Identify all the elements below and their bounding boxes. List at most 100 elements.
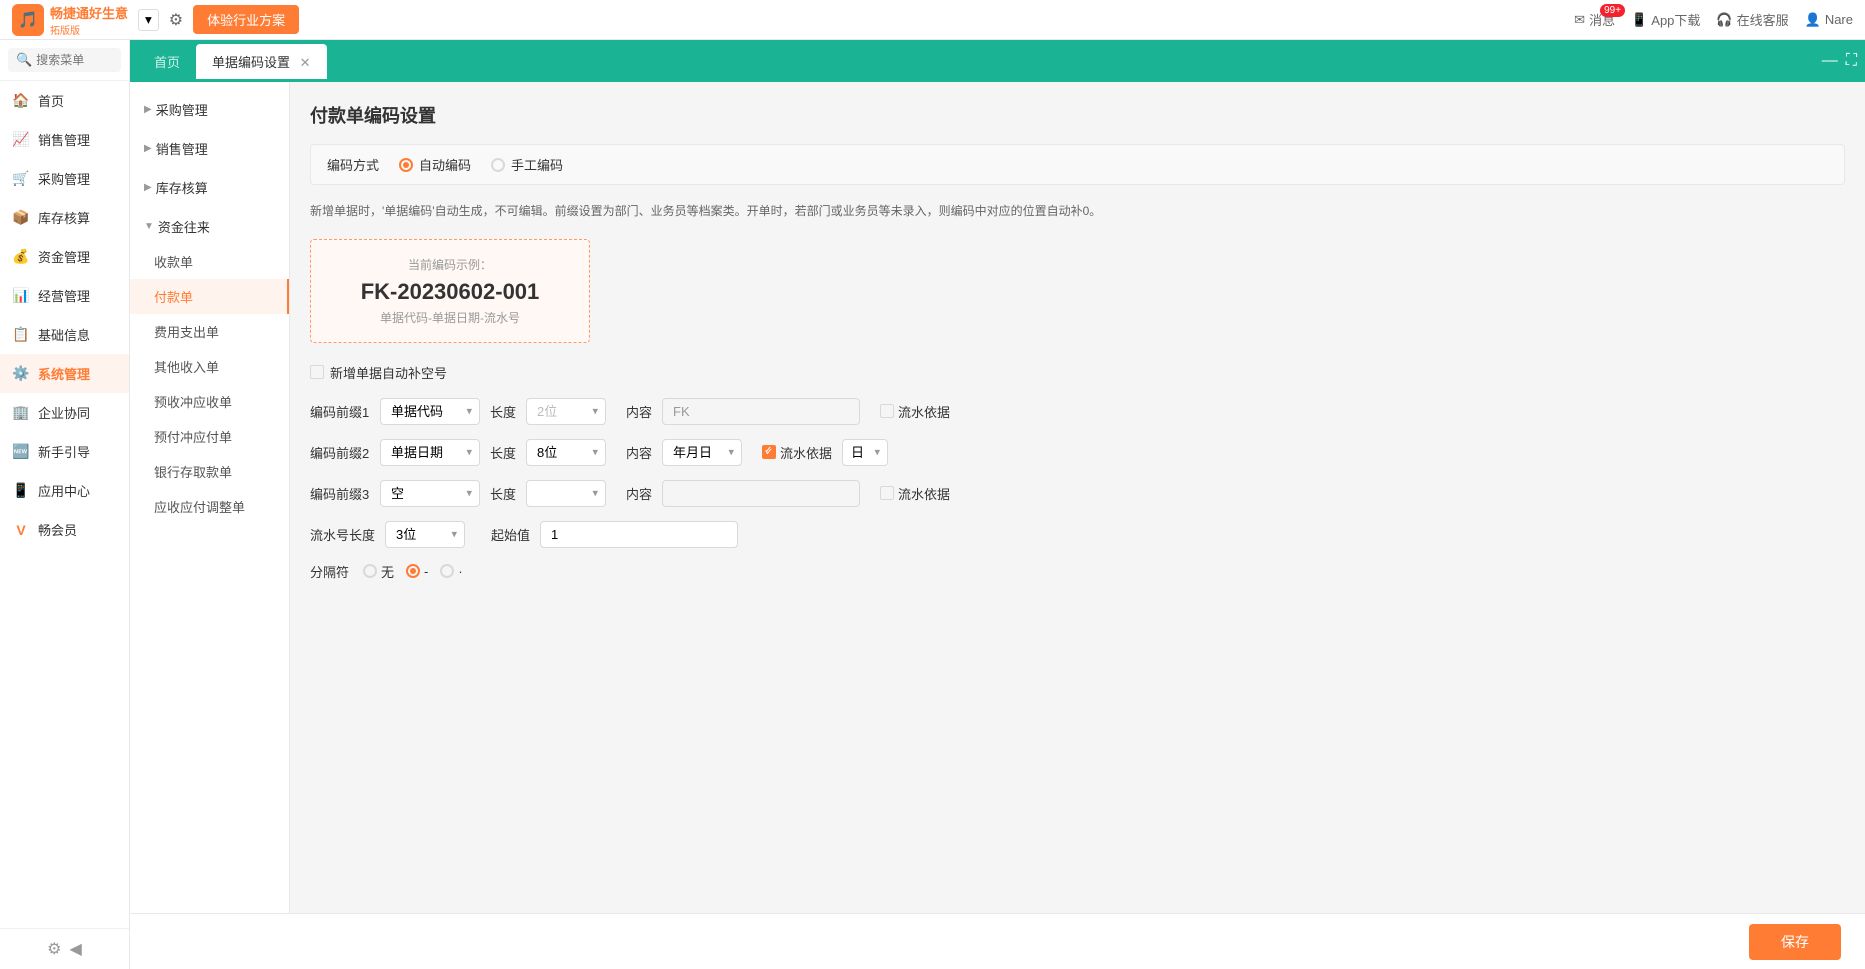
serial3-checkbox[interactable] (880, 486, 894, 500)
submenu-group-finance-title[interactable]: ▼ 资金往来 (130, 209, 289, 244)
sub-menu: ▶ 采购管理 ▶ 销售管理 ▶ 库存核算 (130, 82, 290, 913)
sep-dash-option[interactable]: - (406, 564, 428, 579)
sidebar-item-appstore[interactable]: 📱 应用中心 (0, 471, 129, 510)
sidebar-item-label: 销售管理 (38, 130, 90, 149)
sidebar-item-inventory[interactable]: 📦 库存核算 (0, 198, 129, 237)
sidebar-search-area: 🔍 (0, 40, 129, 81)
auto-fill-row: 新增单据自动补空号 (310, 363, 1845, 382)
auto-encode-radio[interactable]: 自动编码 (399, 155, 471, 174)
user-info[interactable]: 👤 Nare (1805, 12, 1853, 28)
serial2-checkbox[interactable]: ✓ (762, 445, 776, 459)
start-label: 起始值 (491, 525, 530, 544)
sidebar-item-label: 基础信息 (38, 325, 90, 344)
auto-fill-checkbox[interactable] (310, 365, 324, 379)
settings-btn[interactable]: ⚙ (47, 939, 61, 959)
submenu-item-payment[interactable]: 付款单 (130, 279, 289, 314)
sep-dash-radio[interactable] (406, 564, 420, 578)
top-bar: 🎵 畅捷通好生意 拓版版 ▾ ⚙ 体验行业方案 ✉ 消息 99+ 📱 App下载… (0, 0, 1865, 40)
main-layout: 🔍 🏠 首页 📈 销售管理 🛒 采购管理 📦 库存核算 💰 (0, 40, 1865, 969)
page-content: 付款单编码设置 编码方式 自动编码 手工编码 新增单据时，'单据编码'自动生成，… (290, 82, 1865, 913)
nav-arrow-btn[interactable]: ▾ (138, 9, 159, 31)
manual-encode-radio[interactable]: 手工编码 (491, 155, 563, 174)
tab-minimize-btn[interactable]: — (1822, 52, 1838, 70)
tab-serial[interactable]: 单据编码设置 ✕ (196, 44, 327, 79)
sidebar-item-label: 畅会员 (38, 520, 77, 539)
sidebar-nav: 🏠 首页 📈 销售管理 🛒 采购管理 📦 库存核算 💰 资金管理 📊 经 (0, 81, 129, 928)
sidebar-item-enterprise[interactable]: 🏢 企业协同 (0, 393, 129, 432)
sidebar-item-label: 应用中心 (38, 481, 90, 500)
prefix3-label: 编码前缀3 (310, 484, 370, 503)
auto-fill-label[interactable]: 新增单据自动补空号 (330, 363, 447, 382)
sidebar-item-label: 资金管理 (38, 247, 90, 266)
serial-length-label: 流水号长度 (310, 525, 375, 544)
serial-length-select[interactable]: 3位 1位 2位 4位 (385, 521, 465, 548)
length3-select[interactable] (526, 480, 606, 507)
message-icon: ✉ (1574, 12, 1585, 28)
tab-close-icon[interactable]: ✕ (300, 55, 311, 70)
submenu-item-prepay-recv[interactable]: 预收冲应收单 (130, 384, 289, 419)
sep-dot-radio[interactable] (440, 564, 454, 578)
submenu-item-other-income[interactable]: 其他收入单 (130, 349, 289, 384)
auto-encode-radio-btn[interactable] (399, 158, 413, 172)
promo-btn[interactable]: 体验行业方案 (193, 5, 299, 34)
separator-options: 无 - · (363, 562, 463, 581)
sidebar-item-guide[interactable]: 🆕 新手引导 (0, 432, 129, 471)
length1-select[interactable]: 2位 1位 2位 3位 (526, 398, 606, 425)
submenu-group-purchase-title[interactable]: ▶ 采购管理 (130, 92, 289, 127)
start-value-input[interactable] (540, 521, 738, 548)
sidebar-item-basic[interactable]: 📋 基础信息 (0, 315, 129, 354)
sep-dot-option[interactable]: · (440, 564, 462, 579)
search-input-wrapper[interactable]: 🔍 (8, 48, 121, 72)
submenu-item-expense[interactable]: 费用支出单 (130, 314, 289, 349)
day-select[interactable]: 日 月 年 (842, 439, 888, 466)
sidebar-item-purchase[interactable]: 🛒 采购管理 (0, 159, 129, 198)
submenu-item-prepay-pay[interactable]: 预付冲应付单 (130, 419, 289, 454)
chevron-right-icon: ▶ (144, 104, 152, 115)
tabs-bar: 首页 单据编码设置 ✕ — ⛶ (130, 40, 1865, 82)
save-button[interactable]: 保存 (1749, 924, 1841, 960)
submenu-group-finance: ▼ 资金往来 收款单 付款单 费用支出单 其他收入单 预收冲应收单 预付冲应付单… (130, 209, 289, 524)
basic-icon: 📋 (12, 326, 30, 344)
prefix3-select[interactable]: 空 单据代码 单据日期 部门 业务员 (380, 480, 480, 507)
submenu-group-inventory-title[interactable]: ▶ 库存核算 (130, 170, 289, 205)
submenu-item-adj[interactable]: 应收应付调整单 (130, 489, 289, 524)
prefix1-label: 编码前缀1 (310, 402, 370, 421)
serial1-checkbox[interactable] (880, 404, 894, 418)
prefix3-row: 编码前缀3 空 单据代码 单据日期 部门 业务员 长度 (310, 480, 1845, 507)
sidebar-bottom: ⚙ ◀ (0, 928, 129, 969)
content2-select[interactable]: 年月日 年月 年 (662, 439, 742, 466)
sidebar-item-sales[interactable]: 📈 销售管理 (0, 120, 129, 159)
online-service-btn[interactable]: 🎧 在线客服 (1716, 10, 1788, 29)
length2-select[interactable]: 8位 1位 2位 (526, 439, 606, 466)
manual-encode-radio-btn[interactable] (491, 158, 505, 172)
content-area: ▶ 采购管理 ▶ 销售管理 ▶ 库存核算 (130, 82, 1865, 913)
sidebar-item-label: 采购管理 (38, 169, 90, 188)
serial2-checkbox-item: ✓ 流水依据 (762, 443, 832, 462)
finance-icon: 💰 (12, 248, 30, 266)
submenu-item-receipt[interactable]: 收款单 (130, 244, 289, 279)
tab-home[interactable]: 首页 (138, 44, 196, 79)
chevron-right-icon: ▶ (144, 143, 152, 154)
prefix2-select[interactable]: 单据日期 单据代码 部门 业务员 空 (380, 439, 480, 466)
submenu-group-sales: ▶ 销售管理 (130, 131, 289, 166)
sidebar-item-system[interactable]: ⚙️ 系统管理 (0, 354, 129, 393)
settings-gear-btn[interactable]: ⚙ (169, 10, 183, 30)
submenu-group-sales-title[interactable]: ▶ 销售管理 (130, 131, 289, 166)
prefix1-select[interactable]: 单据代码 部门 业务员 空 (380, 398, 480, 425)
search-input[interactable] (36, 53, 113, 67)
sidebar-item-home[interactable]: 🏠 首页 (0, 81, 129, 120)
serial1-checkbox-item: 流水依据 (880, 402, 950, 421)
prefix3-select-wrapper: 空 单据代码 单据日期 部门 业务员 (380, 480, 480, 507)
app-download-btn[interactable]: 📱 App下载 (1631, 10, 1700, 29)
submenu-item-bank[interactable]: 银行存取款单 (130, 454, 289, 489)
sep-none-option[interactable]: 无 (363, 562, 394, 581)
sales-icon: 📈 (12, 131, 30, 149)
message-btn[interactable]: ✉ 消息 99+ (1574, 10, 1615, 29)
collapse-btn[interactable]: ◀ (70, 939, 82, 959)
tab-maximize-btn[interactable]: ⛶ (1846, 52, 1857, 70)
sidebar-item-operations[interactable]: 📊 经营管理 (0, 276, 129, 315)
sep-none-radio[interactable] (363, 564, 377, 578)
sidebar-item-member[interactable]: V 畅会员 (0, 510, 129, 549)
sidebar-item-finance[interactable]: 💰 资金管理 (0, 237, 129, 276)
serial-length-select-wrapper: 3位 1位 2位 4位 (385, 521, 465, 548)
